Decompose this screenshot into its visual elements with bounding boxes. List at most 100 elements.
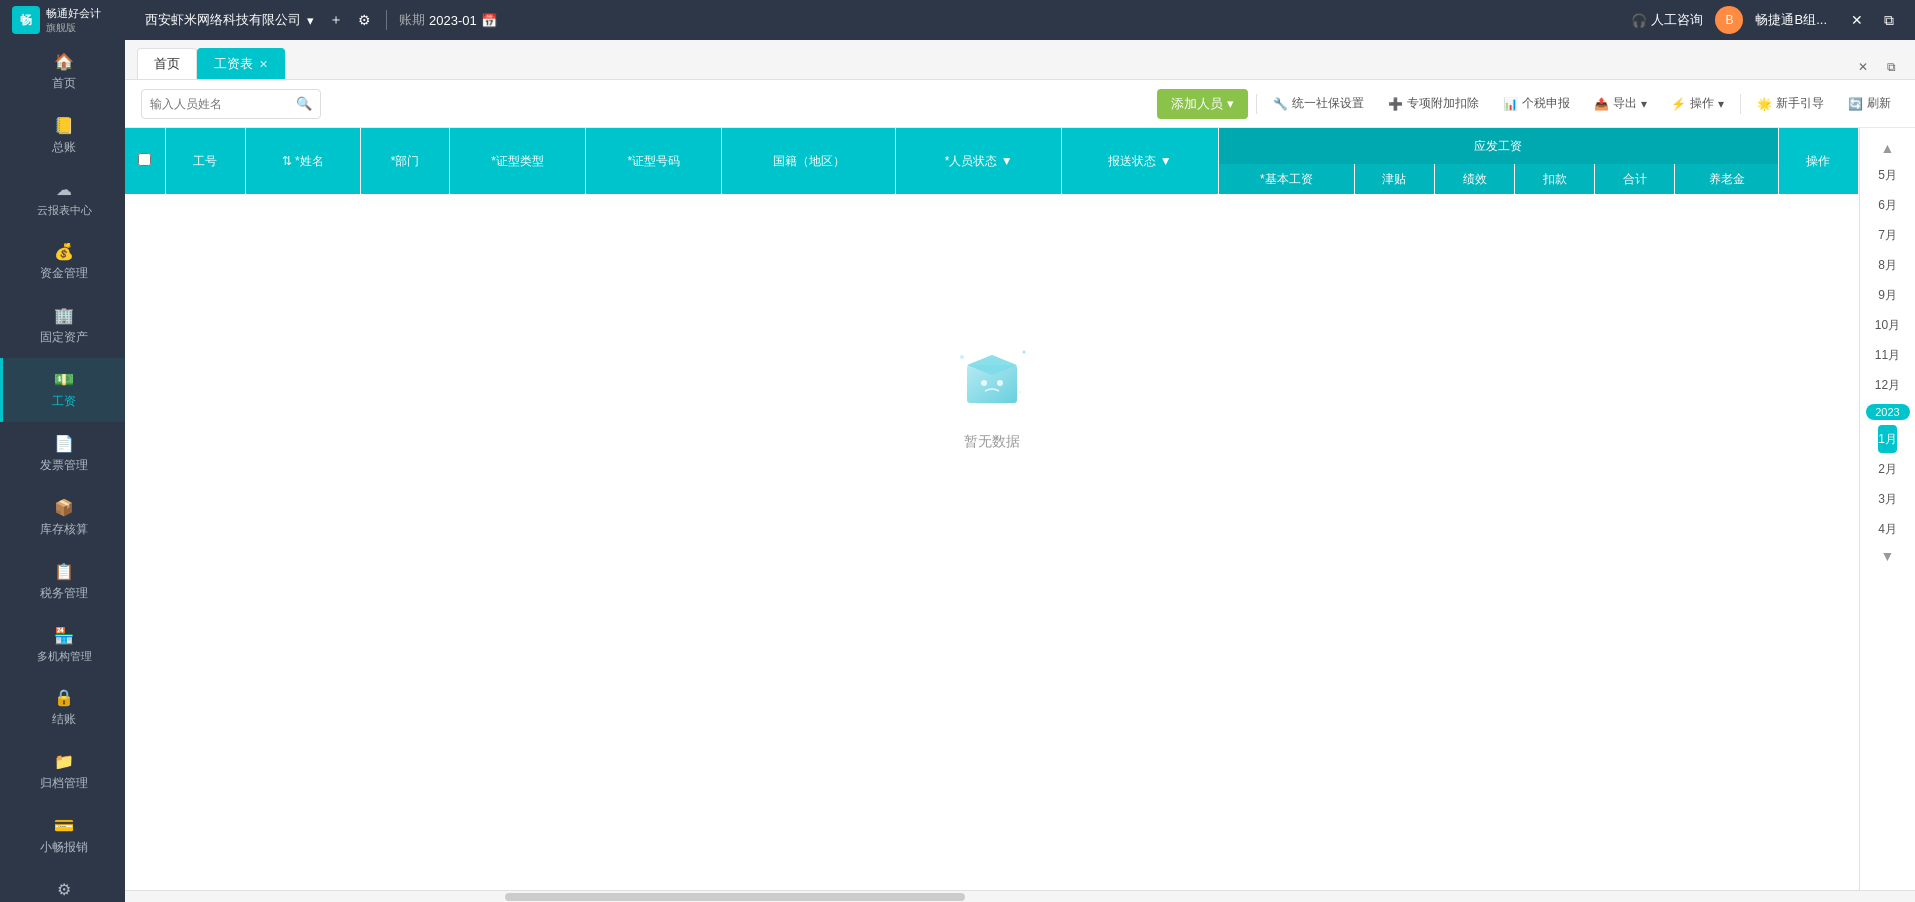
col-salary-group: 应发工资 bbox=[1218, 128, 1778, 164]
refresh-button[interactable]: 🔄 刷新 bbox=[1840, 91, 1899, 116]
toolbar-separator bbox=[1256, 94, 1257, 114]
empty-text: 暂无数据 bbox=[964, 433, 1020, 451]
export-dropdown-icon: ▾ bbox=[1641, 97, 1647, 111]
year-nav-down-arrow[interactable]: ▼ bbox=[1881, 544, 1895, 568]
special-deduction-button[interactable]: ➕ 专项附加扣除 bbox=[1380, 91, 1487, 116]
add-person-button[interactable]: 添加人员 ▾ bbox=[1157, 89, 1248, 119]
sidebar-item-inventory[interactable]: 📦 库存核算 bbox=[0, 486, 125, 550]
headset-icon: 🎧 bbox=[1631, 13, 1647, 28]
close-period-icon: 🔒 bbox=[54, 688, 74, 707]
tab-salary-label: 工资表 bbox=[214, 55, 253, 73]
sidebar-label-salary: 工资 bbox=[52, 393, 76, 410]
guide-label: 新手引导 bbox=[1776, 95, 1824, 112]
tax-declaration-button[interactable]: 📊 个税申报 bbox=[1495, 91, 1578, 116]
sidebar-label-fixed: 固定资产 bbox=[40, 329, 88, 346]
guide-button[interactable]: 🌟 新手引导 bbox=[1749, 91, 1832, 116]
sort-icon-name: ⇅ bbox=[282, 154, 292, 168]
sidebar-item-fund[interactable]: 💰 资金管理 bbox=[0, 230, 125, 294]
sidebar-label-close: 结账 bbox=[52, 711, 76, 728]
expense-icon: 💳 bbox=[54, 816, 74, 835]
sidebar-item-cloud-report[interactable]: ☁ 云报表中心 bbox=[0, 168, 125, 230]
month-item-2023-2[interactable]: 2月 bbox=[1878, 455, 1897, 483]
cloud-icon: ☁ bbox=[56, 180, 72, 199]
archive-icon: 📁 bbox=[54, 752, 74, 771]
filter-icon-report[interactable]: ▼ bbox=[1160, 154, 1172, 168]
col-report-status: 报送状态 ▼ bbox=[1062, 128, 1219, 194]
bottom-scrollbar[interactable] bbox=[125, 890, 1915, 902]
period-label: 账期 bbox=[399, 11, 425, 29]
month-item-2023-3[interactable]: 3月 bbox=[1878, 485, 1897, 513]
tax-decl-icon: 📊 bbox=[1503, 97, 1518, 111]
month-item-6[interactable]: 6月 bbox=[1878, 191, 1897, 219]
export-label: 导出 bbox=[1613, 95, 1637, 112]
tab-win-close-button[interactable]: ✕ bbox=[1851, 55, 1875, 79]
deduction-icon: ➕ bbox=[1388, 97, 1403, 111]
company-selector[interactable]: 西安虾米网络科技有限公司 ▾ bbox=[137, 7, 322, 33]
search-input[interactable] bbox=[150, 97, 290, 111]
header-divider bbox=[386, 10, 387, 30]
sidebar-label-fund: 资金管理 bbox=[40, 265, 88, 282]
calendar-icon[interactable]: 📅 bbox=[481, 13, 497, 28]
tab-win-maximize-button[interactable]: ⧉ bbox=[1879, 55, 1903, 79]
sidebar-item-tax[interactable]: 📋 税务管理 bbox=[0, 550, 125, 614]
sidebar-item-home[interactable]: 🏠 首页 bbox=[0, 40, 125, 104]
main-layout: 🏠 首页 📒 总账 ☁ 云报表中心 💰 资金管理 🏢 固定资产 💵 工资 📄 发… bbox=[0, 40, 1915, 902]
sidebar-label-cloud: 云报表中心 bbox=[37, 203, 92, 218]
home-icon: 🏠 bbox=[54, 52, 74, 71]
deduction-label: 专项附加扣除 bbox=[1407, 95, 1479, 112]
social-security-icon: 🔧 bbox=[1273, 97, 1288, 111]
operations-button[interactable]: ⚡ 操作 ▾ bbox=[1663, 91, 1732, 116]
filter-icon-status[interactable]: ▼ bbox=[1001, 154, 1013, 168]
toolbar: 🔍 添加人员 ▾ 🔧 统一社保设置 ➕ 专项附加扣除 📊 个税申报 bbox=[125, 80, 1915, 128]
month-item-7[interactable]: 7月 bbox=[1878, 221, 1897, 249]
empty-state: 暂无数据 bbox=[125, 194, 1859, 594]
dropdown-arrow-icon: ▾ bbox=[307, 13, 314, 28]
avatar[interactable]: B bbox=[1715, 6, 1743, 34]
ledger-icon: 📒 bbox=[54, 116, 74, 135]
sidebar-item-settings[interactable]: ⚙ 基础设置 bbox=[0, 868, 125, 902]
month-item-12[interactable]: 12月 bbox=[1875, 371, 1900, 399]
service-button[interactable]: 🎧 人工咨询 bbox=[1631, 11, 1703, 29]
tab-home[interactable]: 首页 bbox=[137, 48, 197, 79]
export-button[interactable]: 📤 导出 ▾ bbox=[1586, 91, 1655, 116]
month-item-2023-1[interactable]: 1月 bbox=[1878, 425, 1897, 453]
sidebar-item-multi-org[interactable]: 🏪 多机构管理 bbox=[0, 614, 125, 676]
sidebar-item-salary[interactable]: 💵 工资 bbox=[0, 358, 125, 422]
logo-text: 畅通好会计 旗舰版 bbox=[46, 6, 101, 33]
sidebar-item-archive[interactable]: 📁 归档管理 bbox=[0, 740, 125, 804]
scroll-thumb[interactable] bbox=[505, 893, 965, 901]
svg-point-3 bbox=[997, 380, 1003, 386]
month-item-11[interactable]: 11月 bbox=[1875, 341, 1900, 369]
month-item-10[interactable]: 10月 bbox=[1875, 311, 1900, 339]
sidebar-item-expense[interactable]: 💳 小畅报销 bbox=[0, 804, 125, 868]
toolbar-separator-2 bbox=[1740, 94, 1741, 114]
col-total: 合计 bbox=[1595, 164, 1675, 194]
month-item-5[interactable]: 5月 bbox=[1878, 161, 1897, 189]
tab-window-controls: ✕ ⧉ bbox=[1851, 55, 1903, 79]
sidebar-item-close[interactable]: 🔒 结账 bbox=[0, 676, 125, 740]
select-all-checkbox[interactable] bbox=[138, 153, 151, 166]
sidebar-item-ledger[interactable]: 📒 总账 bbox=[0, 104, 125, 168]
empty-illustration bbox=[952, 337, 1032, 417]
month-item-8[interactable]: 8月 bbox=[1878, 251, 1897, 279]
month-item-9[interactable]: 9月 bbox=[1878, 281, 1897, 309]
add-company-button[interactable]: ＋ bbox=[322, 6, 350, 34]
period-value[interactable]: 2023-01 bbox=[429, 13, 477, 28]
search-icon[interactable]: 🔍 bbox=[296, 96, 312, 111]
month-item-2023-4[interactable]: 4月 bbox=[1878, 515, 1897, 543]
operations-label: 操作 bbox=[1690, 95, 1714, 112]
sidebar-item-fixed-assets[interactable]: 🏢 固定资产 bbox=[0, 294, 125, 358]
operations-dropdown-icon: ▾ bbox=[1718, 97, 1724, 111]
fund-icon: 💰 bbox=[54, 242, 74, 261]
tab-close-icon[interactable]: ✕ bbox=[259, 58, 268, 71]
maximize-window-button[interactable]: ⧉ bbox=[1875, 6, 1903, 34]
tab-salary-table[interactable]: 工资表 ✕ bbox=[197, 48, 285, 79]
tab-home-label: 首页 bbox=[154, 55, 180, 73]
year-2023-tag: 2023 bbox=[1866, 404, 1910, 420]
sidebar-item-invoice[interactable]: 📄 发票管理 bbox=[0, 422, 125, 486]
close-window-button[interactable]: ✕ bbox=[1843, 6, 1871, 34]
year-nav-up-arrow[interactable]: ▲ bbox=[1881, 136, 1895, 160]
settings-icon[interactable]: ⚙ bbox=[350, 6, 378, 34]
col-checkbox bbox=[125, 128, 165, 194]
social-security-button[interactable]: 🔧 统一社保设置 bbox=[1265, 91, 1372, 116]
